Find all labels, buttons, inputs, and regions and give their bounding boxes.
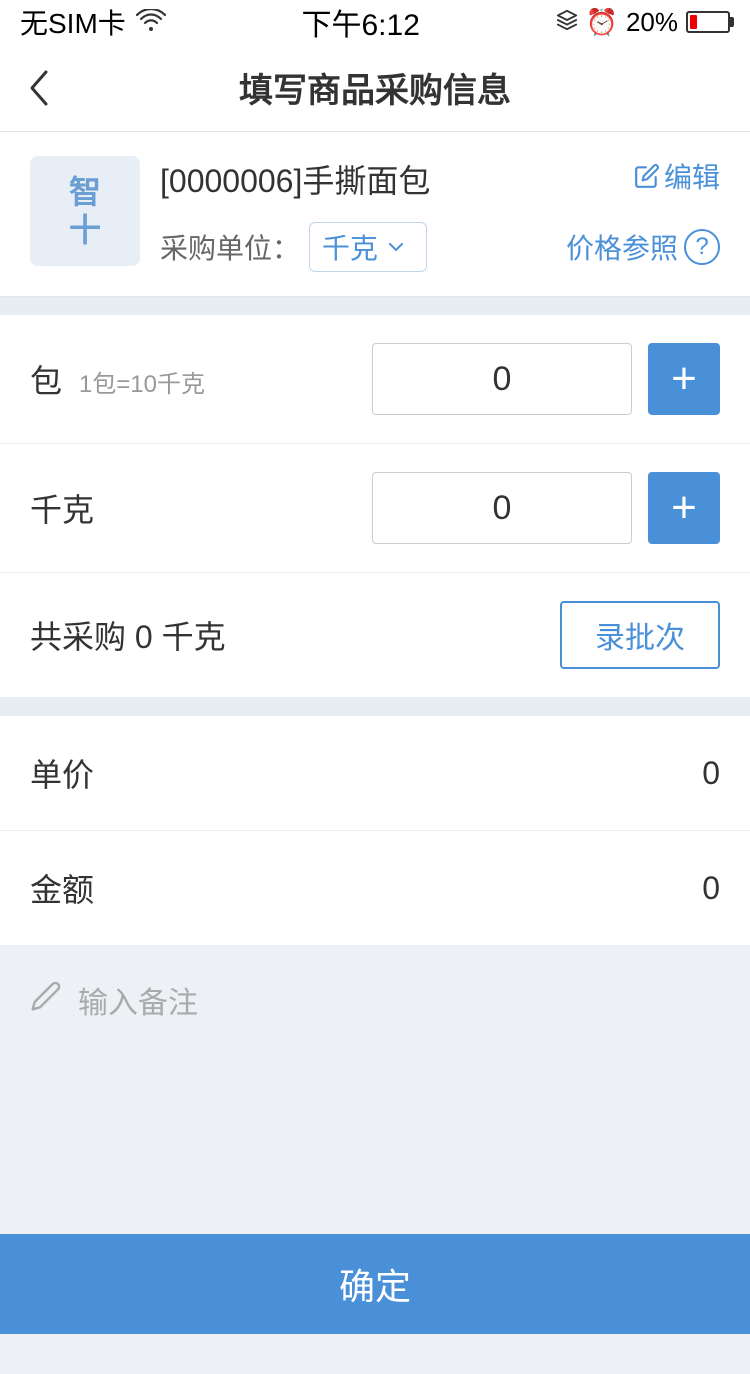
battery-icon <box>686 11 730 33</box>
product-logo: 智 十 <box>30 156 140 266</box>
page-title: 填写商品采购信息 <box>239 63 511 112</box>
unit-price-label: 单价 <box>30 750 94 796</box>
unit-label-text: 采购单位： <box>160 233 300 264</box>
kg-input[interactable]: 0 <box>372 472 632 544</box>
status-left: 无SIM卡 <box>20 2 166 42</box>
bag-sublabel: 1包=10千克 <box>79 371 205 398</box>
unit-price-row: 单价 0 <box>0 716 750 831</box>
unit-price-value: 0 <box>702 755 720 792</box>
status-right: ⏰ 20% <box>556 7 730 38</box>
kg-row: 千克 0 + <box>0 444 750 573</box>
status-bar: 无SIM卡 下午6:12 ⏰ 20% <box>0 0 750 44</box>
amount-row: 金额 0 <box>0 831 750 946</box>
battery-percent: 20% <box>626 7 678 38</box>
price-ref-button[interactable]: 价格参照 ? <box>566 227 720 267</box>
summary-text: 共采购 0 千克 <box>30 612 226 658</box>
confirm-button[interactable]: 确定 <box>0 1234 750 1334</box>
kg-plus-button[interactable]: + <box>648 472 720 544</box>
amount-label: 金额 <box>30 865 94 911</box>
back-button[interactable] <box>24 66 52 110</box>
bag-row: 包 1包=10千克 0 + <box>0 315 750 444</box>
bag-plus-button[interactable]: + <box>648 343 720 415</box>
amount-value: 0 <box>702 870 720 907</box>
form-section: 包 1包=10千克 0 + 千克 0 + 共采购 0 千克 录批次 <box>0 315 750 698</box>
bag-label: 包 <box>30 363 62 399</box>
product-card: 智 十 [0000006]手撕面包 编辑 采购单位： 千克 <box>0 132 750 297</box>
section-divider-2 <box>0 698 750 716</box>
bag-input[interactable]: 0 <box>372 343 632 415</box>
product-name: [0000006]手撕面包 <box>160 156 430 202</box>
location-icon <box>556 7 578 38</box>
note-placeholder: 输入备注 <box>78 978 198 1022</box>
note-section[interactable]: 输入备注 <box>0 946 750 1054</box>
price-section: 单价 0 金额 0 <box>0 716 750 946</box>
nav-bar: 填写商品采购信息 <box>0 44 750 132</box>
price-ref-help-icon: ? <box>684 229 720 265</box>
alarm-icon: ⏰ <box>586 7 618 38</box>
section-divider-1 <box>0 297 750 315</box>
wifi-icon <box>136 6 166 38</box>
edit-button[interactable]: 编辑 <box>634 156 720 196</box>
summary-row: 共采购 0 千克 录批次 <box>0 573 750 698</box>
time-display: 下午6:12 <box>301 0 419 44</box>
note-pencil-icon <box>30 980 62 1020</box>
kg-label: 千克 <box>30 485 110 531</box>
carrier-label: 无SIM卡 <box>20 2 126 42</box>
unit-select[interactable]: 千克 <box>309 222 427 272</box>
record-batch-button[interactable]: 录批次 <box>560 601 720 669</box>
product-info: [0000006]手撕面包 编辑 采购单位： 千克 价格 <box>160 156 720 272</box>
